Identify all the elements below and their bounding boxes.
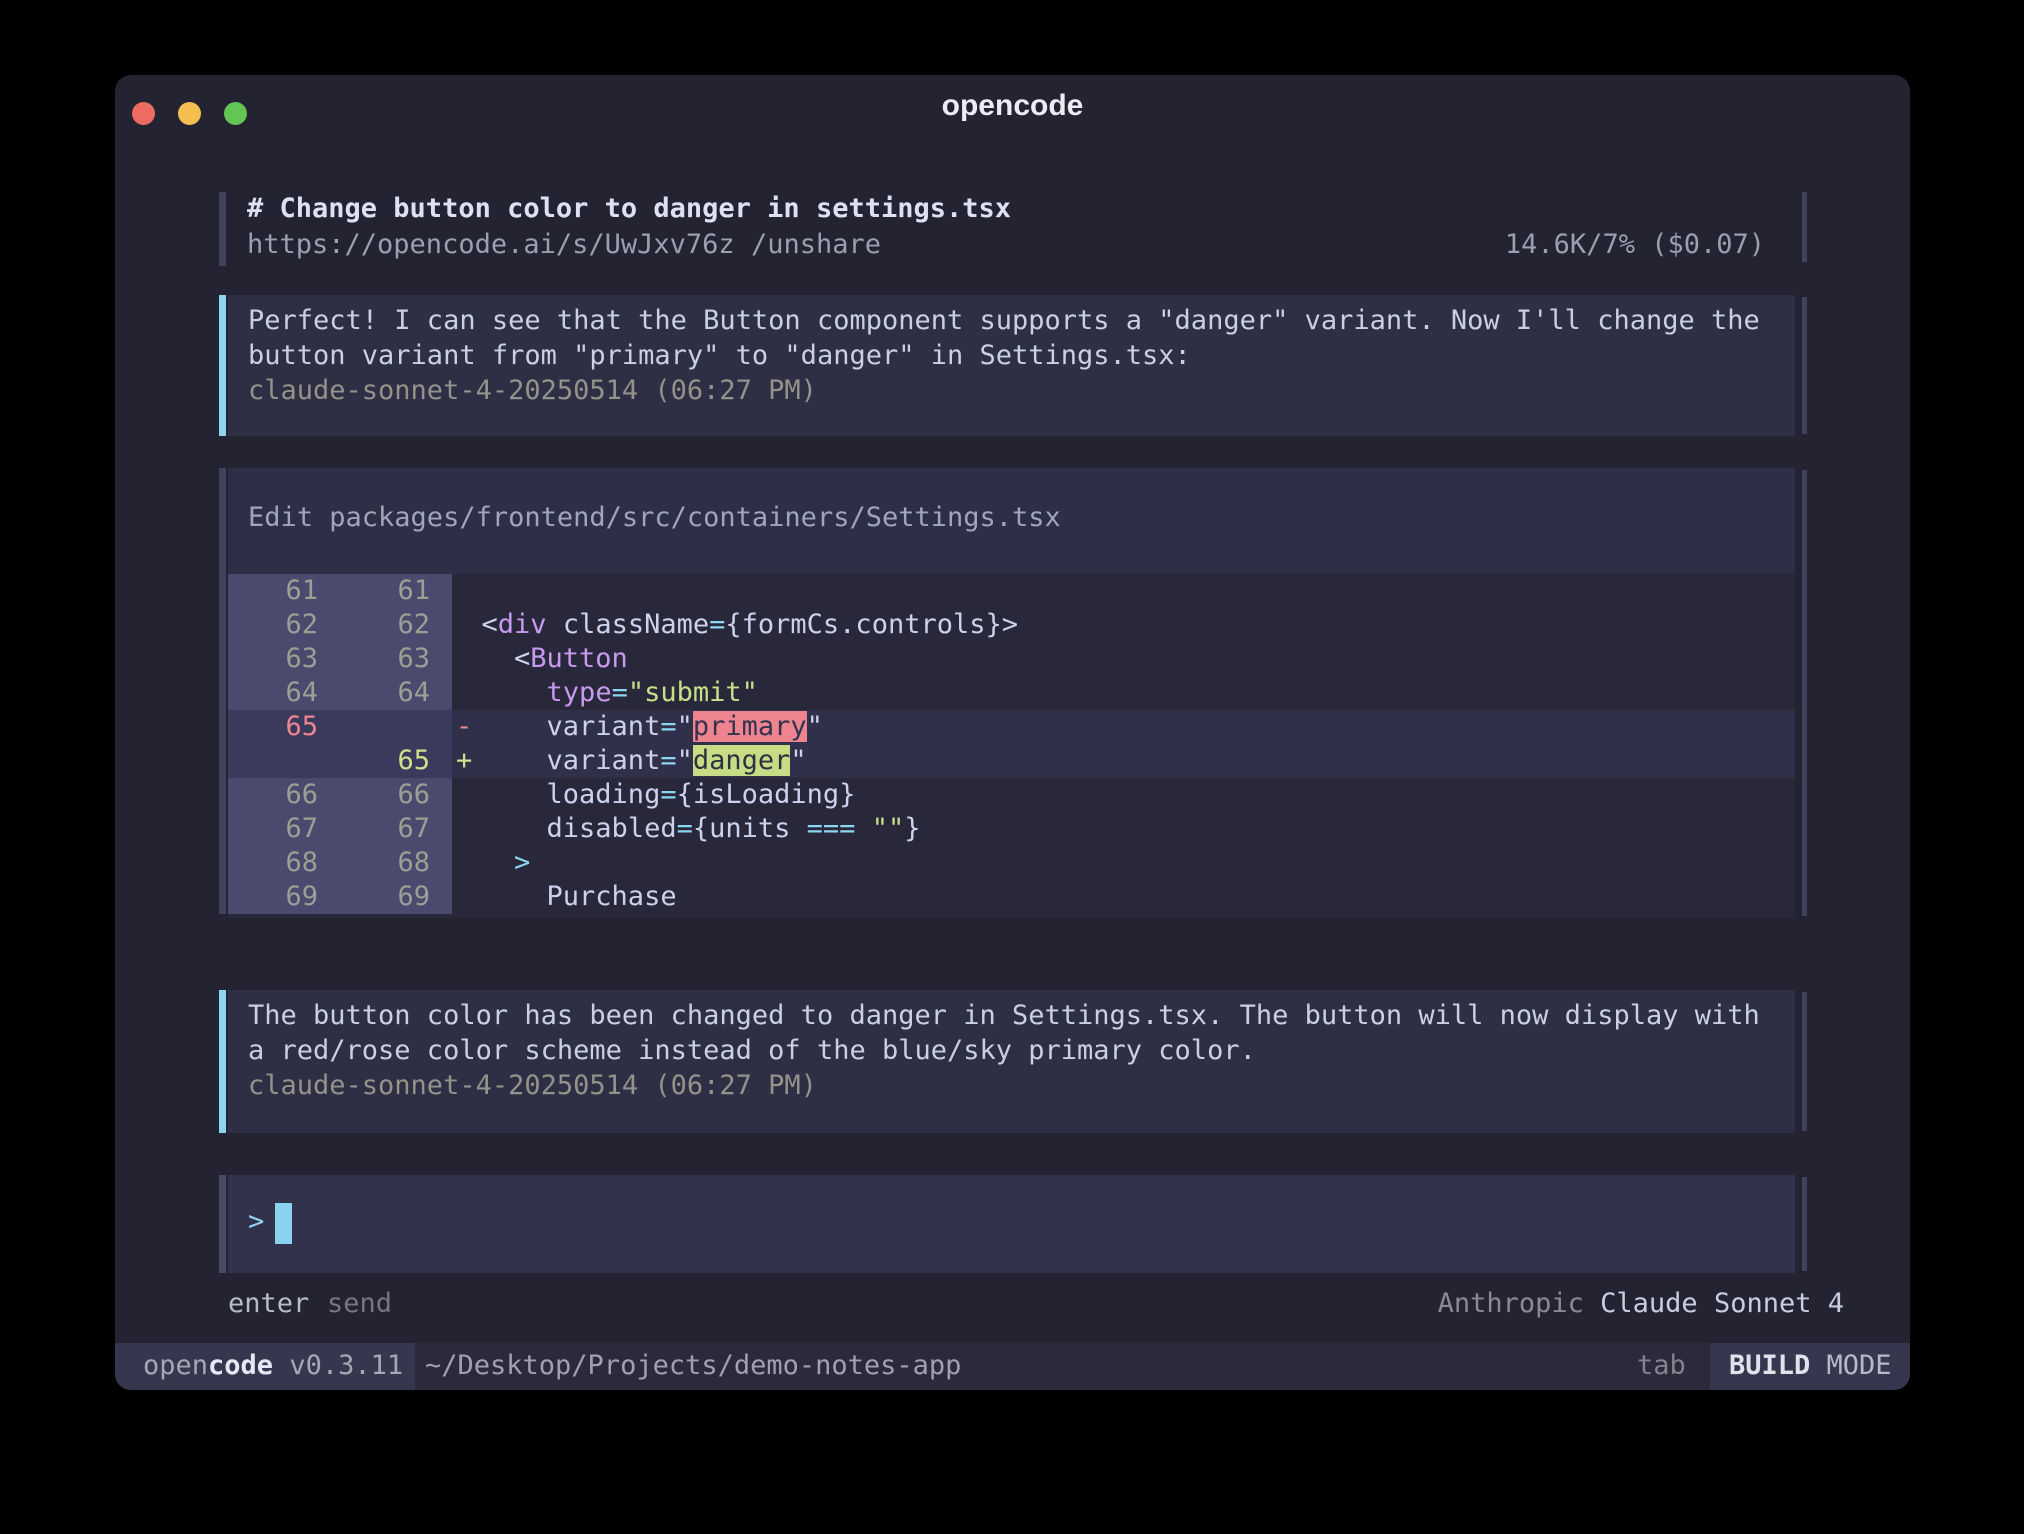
right-rule bbox=[1802, 992, 1807, 1131]
text-cursor bbox=[275, 1203, 292, 1244]
window-title: opencode bbox=[115, 89, 1910, 123]
old-line-number: 67 bbox=[228, 812, 340, 846]
code-line: <Button bbox=[449, 642, 628, 676]
unshare-command: /unshare bbox=[751, 229, 881, 260]
code-line: type="submit" bbox=[449, 676, 758, 710]
code-line: loading={isLoading} bbox=[449, 778, 855, 812]
input-hints: enter send Anthropic Claude Sonnet 4 bbox=[219, 1288, 1844, 1324]
message-text: The button color has been changed to dan… bbox=[248, 998, 1760, 1103]
new-line-number: 68 bbox=[340, 846, 452, 880]
code-line: disabled={units === ""} bbox=[449, 812, 920, 846]
new-line-number: 63 bbox=[340, 642, 452, 676]
working-directory: ~/Desktop/Projects/demo-notes-app bbox=[425, 1350, 961, 1381]
new-line-number: 67 bbox=[340, 812, 452, 846]
left-rule bbox=[219, 1175, 226, 1273]
diff-row: 6161 bbox=[228, 574, 1795, 608]
left-rule bbox=[219, 192, 226, 266]
old-line-number bbox=[228, 744, 340, 778]
old-line-number: 66 bbox=[228, 778, 340, 812]
message-meta: claude-sonnet-4-20250514 (06:27 PM) bbox=[248, 375, 817, 406]
assistant-message: Perfect! I can see that the Button compo… bbox=[219, 295, 1807, 436]
edit-tool-block: Edit packages/frontend/src/containers/Se… bbox=[219, 468, 1807, 918]
model-indicator: Anthropic Claude Sonnet 4 bbox=[1438, 1288, 1844, 1319]
opencode-window: opencode # Change button color to danger… bbox=[115, 75, 1910, 1390]
diff-row: 65+ variant="danger" bbox=[228, 744, 1795, 778]
old-line-number: 61 bbox=[228, 574, 340, 608]
enter-key-hint: enter bbox=[228, 1288, 309, 1319]
message-text: Perfect! I can see that the Button compo… bbox=[248, 303, 1760, 408]
old-line-number: 65 bbox=[228, 710, 340, 744]
old-line-number: 63 bbox=[228, 642, 340, 676]
session-share-line: https://opencode.ai/s/UwJxv76z /unshare bbox=[247, 229, 881, 260]
input-background bbox=[228, 1175, 1795, 1273]
new-line-number bbox=[340, 710, 452, 744]
code-line: variant="danger" bbox=[449, 744, 807, 778]
mode-segment[interactable]: BUILD MODE bbox=[1710, 1343, 1910, 1390]
mode-text: BUILD MODE bbox=[1729, 1350, 1892, 1381]
new-line-number: 64 bbox=[340, 676, 452, 710]
title-bar: opencode bbox=[115, 75, 1910, 135]
new-line-number: 66 bbox=[340, 778, 452, 812]
diff-row: 6464 type="submit" bbox=[228, 676, 1795, 710]
diff-row: 65- variant="primary" bbox=[228, 710, 1795, 744]
old-line-number: 64 bbox=[228, 676, 340, 710]
right-rule bbox=[1802, 192, 1807, 262]
code-line: Purchase bbox=[449, 880, 677, 914]
session-title: # Change button color to danger in setti… bbox=[247, 193, 1011, 224]
edit-tool-header: Edit packages/frontend/src/containers/Se… bbox=[228, 468, 1795, 574]
edit-file-path: Edit packages/frontend/src/containers/Se… bbox=[248, 502, 1061, 533]
send-action-hint: send bbox=[327, 1288, 392, 1319]
left-rule bbox=[219, 468, 226, 914]
message-meta: claude-sonnet-4-20250514 (06:27 PM) bbox=[248, 1070, 817, 1101]
diff-row: 6868 > bbox=[228, 846, 1795, 880]
old-line-number: 62 bbox=[228, 608, 340, 642]
right-rule bbox=[1802, 297, 1807, 434]
diff-row: 6363 <Button bbox=[228, 642, 1795, 676]
message-accent-bar bbox=[219, 295, 226, 436]
prompt-symbol: > bbox=[248, 1206, 264, 1237]
message-accent-bar bbox=[219, 990, 226, 1133]
diff-row: 6262 <div className={formCs.controls}> bbox=[228, 608, 1795, 642]
new-line-number: 62 bbox=[340, 608, 452, 642]
diff-rows: 61616262 <div className={formCs.controls… bbox=[228, 574, 1795, 914]
new-line-number: 61 bbox=[340, 574, 452, 608]
tab-key-hint[interactable]: tab bbox=[1637, 1350, 1686, 1381]
share-url-link[interactable]: https://opencode.ai/s/UwJxv76z bbox=[247, 229, 735, 260]
app-version-segment: opencode v0.3.11 bbox=[115, 1343, 415, 1390]
new-line-number: 65 bbox=[340, 744, 452, 778]
code-line: > bbox=[449, 846, 530, 880]
app-version-text: opencode v0.3.11 bbox=[143, 1350, 403, 1381]
old-line-number: 69 bbox=[228, 880, 340, 914]
code-line: variant="primary" bbox=[449, 710, 823, 744]
old-line-number: 68 bbox=[228, 846, 340, 880]
status-bar: opencode v0.3.11 ~/Desktop/Projects/demo… bbox=[115, 1343, 1910, 1390]
assistant-message: The button color has been changed to dan… bbox=[219, 990, 1807, 1133]
spacer bbox=[735, 229, 751, 260]
diff-row: 6969 Purchase bbox=[228, 880, 1795, 914]
new-line-number: 69 bbox=[340, 880, 452, 914]
prompt-input[interactable]: > bbox=[219, 1175, 1807, 1273]
session-header: # Change button color to danger in setti… bbox=[219, 190, 1807, 266]
model-provider: Anthropic bbox=[1438, 1288, 1601, 1319]
diff-row: 6767 disabled={units === ""} bbox=[228, 812, 1795, 846]
code-line: <div className={formCs.controls}> bbox=[449, 608, 1018, 642]
right-rule bbox=[1802, 1177, 1807, 1271]
right-rule bbox=[1802, 470, 1807, 916]
token-usage: 14.6K/7% ($0.07) bbox=[1505, 229, 1765, 260]
diff-row: 6666 loading={isLoading} bbox=[228, 778, 1795, 812]
model-name: Claude Sonnet 4 bbox=[1600, 1288, 1844, 1319]
